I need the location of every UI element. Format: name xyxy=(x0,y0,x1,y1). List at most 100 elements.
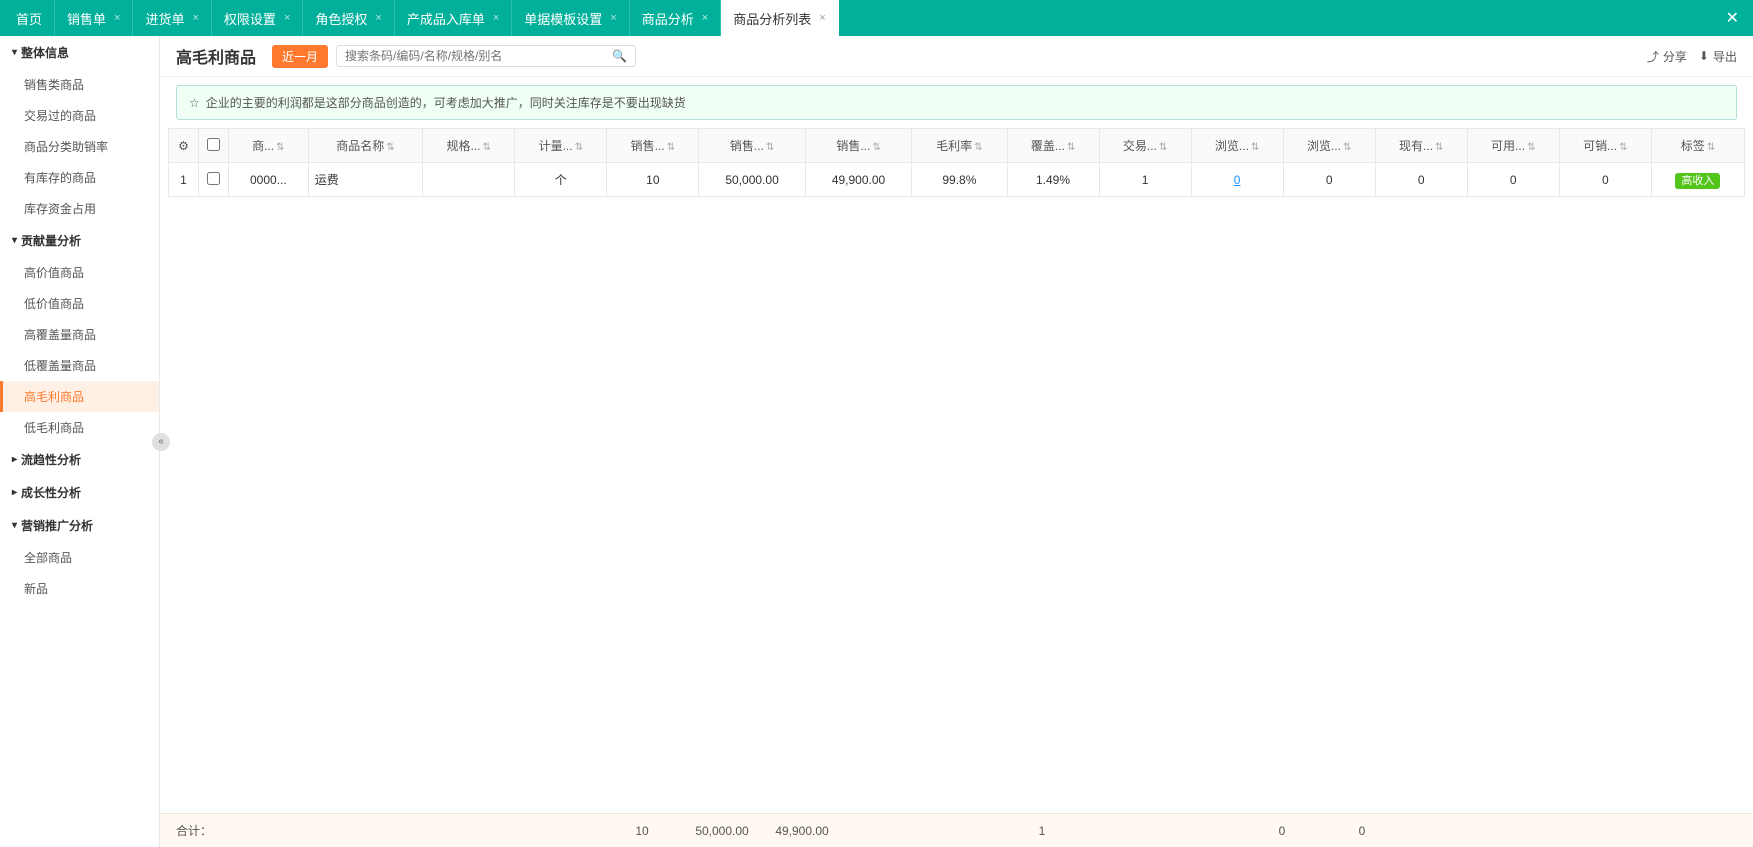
sidebar-item-1-1[interactable]: 低价值商品 xyxy=(0,288,159,319)
sidebar-item-0-3[interactable]: 有库存的商品 xyxy=(0,162,159,193)
col-name[interactable]: 商品名称⇅ xyxy=(308,129,423,163)
sort-icon-spec: ⇅ xyxy=(483,142,491,153)
nav-tab-3[interactable]: 权限设置× xyxy=(212,0,303,36)
sidebar-group-2[interactable]: ▸ 流趋性分析 xyxy=(0,443,159,476)
content-header: 高毛利商品 近一月 🔍 ⤴ 分享 ⬇ 导出 xyxy=(160,36,1753,77)
nav-tab-close-8[interactable]: × xyxy=(819,12,825,24)
header-actions: ⤴ 分享 ⬇ 导出 xyxy=(1647,48,1737,65)
sidebar-group-label-1: 贡献量分析 xyxy=(21,232,81,249)
select-all-checkbox[interactable] xyxy=(207,138,220,151)
col-code[interactable]: 商...⇅ xyxy=(229,129,309,163)
nav-tab-8[interactable]: 商品分析列表× xyxy=(721,0,838,36)
sidebar-group-label-3: 成长性分析 xyxy=(21,484,81,501)
col-gross_rate[interactable]: 毛利率⇅ xyxy=(912,129,1007,163)
col-sales_cost[interactable]: 销售...⇅ xyxy=(805,129,911,163)
nav-tab-close-1[interactable]: × xyxy=(114,12,120,24)
col-settings[interactable]: ⚙ xyxy=(169,129,199,163)
filter-month-button[interactable]: 近一月 xyxy=(272,45,328,68)
top-nav: 首页销售单×进货单×权限设置×角色授权×产成品入库单×单据模板设置×商品分析×商… xyxy=(0,0,1753,36)
sort-icon-view2: ⇅ xyxy=(1343,142,1351,153)
cell-view1[interactable]: 0 xyxy=(1191,163,1283,197)
export-button[interactable]: ⬇ 导出 xyxy=(1699,48,1737,65)
cell-trade: 1 xyxy=(1099,163,1191,197)
cell-stock_avail: 0 xyxy=(1467,163,1559,197)
col-spec[interactable]: 规格...⇅ xyxy=(423,129,515,163)
settings-icon[interactable]: ⚙ xyxy=(178,139,189,153)
sort-icon-sales_cost: ⇅ xyxy=(872,142,880,153)
nav-tab-6[interactable]: 单据模板设置× xyxy=(512,0,629,36)
search-icon[interactable]: 🔍 xyxy=(612,49,627,63)
sidebar-item-4-1[interactable]: 新品 xyxy=(0,573,159,604)
col-label-coverage: 覆盖... xyxy=(1031,139,1065,153)
search-input[interactable] xyxy=(345,49,608,63)
sidebar-group-arrow-4: ▾ xyxy=(12,520,17,531)
nav-tab-5[interactable]: 产成品入库单× xyxy=(395,0,512,36)
nav-tab-close-4[interactable]: × xyxy=(375,12,381,24)
nav-tab-2[interactable]: 进货单× xyxy=(133,0,211,36)
sort-icon-stock_sale: ⇅ xyxy=(1619,142,1627,153)
col-label-stock_now: 现有... xyxy=(1399,139,1433,153)
row-checkbox[interactable] xyxy=(207,172,220,185)
sort-icon-view1: ⇅ xyxy=(1251,142,1259,153)
cell-tag: 高收入 xyxy=(1651,163,1744,197)
col-sales_amount[interactable]: 销售...⇅ xyxy=(699,129,805,163)
sidebar-item-1-5[interactable]: 低毛利商品 xyxy=(0,412,159,443)
sidebar-item-1-4[interactable]: 高毛利商品 xyxy=(0,381,159,412)
sidebar-item-1-2[interactable]: 高覆盖量商品 xyxy=(0,319,159,350)
col-label-stock_avail: 可用... xyxy=(1491,139,1525,153)
info-icon: ☆ xyxy=(189,96,200,110)
sort-icon-name: ⇅ xyxy=(386,142,394,153)
cell-sales_qty: 10 xyxy=(607,163,699,197)
nav-tab-4[interactable]: 角色授权× xyxy=(303,0,394,36)
window-close-button[interactable]: ✕ xyxy=(1716,8,1749,28)
sidebar-item-0-1[interactable]: 交易过的商品 xyxy=(0,100,159,131)
cell-checkbox[interactable] xyxy=(199,163,229,197)
sidebar-item-0-2[interactable]: 商品分类助销率 xyxy=(0,131,159,162)
col-label-tag: 标签 xyxy=(1681,139,1705,153)
col-label-name: 商品名称 xyxy=(336,139,384,153)
nav-tab-close-3[interactable]: × xyxy=(284,12,290,24)
col-view2[interactable]: 浏览...⇅ xyxy=(1283,129,1375,163)
share-button[interactable]: ⤴ 分享 xyxy=(1647,48,1687,65)
nav-tab-1[interactable]: 销售单× xyxy=(55,0,133,36)
col-coverage[interactable]: 覆盖...⇅ xyxy=(1007,129,1099,163)
col-label-spec: 规格... xyxy=(447,139,481,153)
cell-stock_now: 0 xyxy=(1375,163,1467,197)
nav-tab-close-6[interactable]: × xyxy=(610,12,616,24)
col-stock_avail[interactable]: 可用...⇅ xyxy=(1467,129,1559,163)
sidebar-item-1-0[interactable]: 高价值商品 xyxy=(0,257,159,288)
nav-tab-0[interactable]: 首页 xyxy=(4,0,55,36)
sidebar-item-1-3[interactable]: 低覆盖量商品 xyxy=(0,350,159,381)
nav-tab-close-5[interactable]: × xyxy=(493,12,499,24)
sidebar-group-arrow-1: ▾ xyxy=(12,235,17,246)
sidebar-group-4[interactable]: ▾ 营销推广分析 xyxy=(0,509,159,542)
sidebar-item-0-0[interactable]: 销售类商品 xyxy=(0,69,159,100)
nav-tab-close-7[interactable]: × xyxy=(702,12,708,24)
sort-icon-stock_avail: ⇅ xyxy=(1527,142,1535,153)
cell-unit: 个 xyxy=(515,163,607,197)
sidebar-collapse-button[interactable]: « xyxy=(152,433,170,451)
col-stock_sale[interactable]: 可销...⇅ xyxy=(1559,129,1651,163)
col-sales_qty[interactable]: 销售...⇅ xyxy=(607,129,699,163)
col-stock_now[interactable]: 现有...⇅ xyxy=(1375,129,1467,163)
col-tag[interactable]: 标签⇅ xyxy=(1651,129,1744,163)
nav-tab-7[interactable]: 商品分析× xyxy=(630,0,721,36)
tag-badge: 高收入 xyxy=(1675,173,1720,189)
cell-view2: 0 xyxy=(1283,163,1375,197)
col-view1[interactable]: 浏览...⇅ xyxy=(1191,129,1283,163)
sort-icon-sales_amount: ⇅ xyxy=(766,142,774,153)
sidebar-group-0[interactable]: ▾ 整体信息 xyxy=(0,36,159,69)
col-trade[interactable]: 交易...⇅ xyxy=(1099,129,1191,163)
sidebar-item-0-4[interactable]: 库存资金占用 xyxy=(0,193,159,224)
export-label: 导出 xyxy=(1713,48,1737,65)
sidebar-group-3[interactable]: ▸ 成长性分析 xyxy=(0,476,159,509)
sort-icon-unit: ⇅ xyxy=(575,142,583,153)
nav-tab-close-2[interactable]: × xyxy=(192,12,198,24)
sidebar-group-1[interactable]: ▾ 贡献量分析 xyxy=(0,224,159,257)
col-label-view1: 浏览... xyxy=(1215,139,1249,153)
col-unit[interactable]: 计量...⇅ xyxy=(515,129,607,163)
sidebar-item-4-0[interactable]: 全部商品 xyxy=(0,542,159,573)
footer-sales-cost: 49,900.00 xyxy=(762,824,842,838)
sort-icon-code: ⇅ xyxy=(276,142,284,153)
sidebar-group-label-2: 流趋性分析 xyxy=(21,451,81,468)
